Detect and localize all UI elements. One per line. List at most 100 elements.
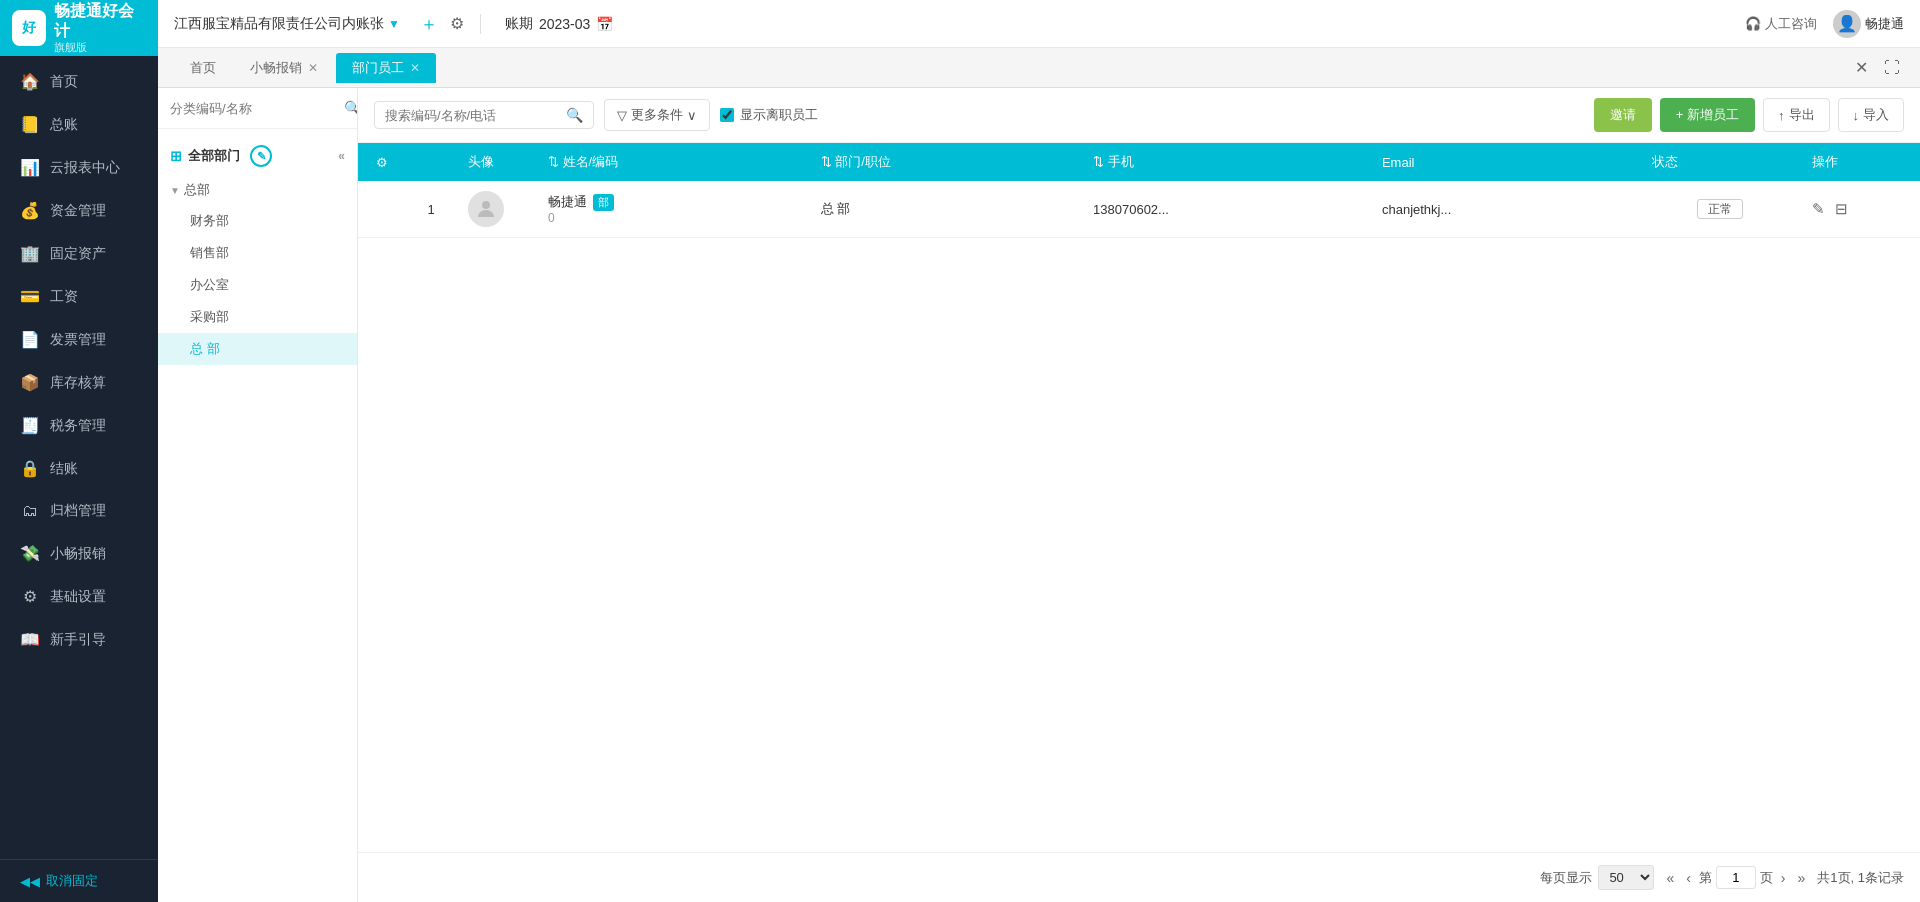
period-label: 账期	[505, 15, 533, 33]
dept-headquarters[interactable]: ▼ 总部	[158, 175, 357, 205]
reports-icon: 📊	[20, 158, 40, 177]
assets-icon: 🏢	[20, 244, 40, 263]
sidebar-item-funds[interactable]: 💰 资金管理	[0, 189, 158, 232]
dept-search-input[interactable]	[170, 101, 338, 116]
dept-search: 🔍	[158, 88, 357, 129]
period-value: 2023-03	[539, 16, 590, 32]
row-status: 正常	[1640, 181, 1800, 238]
row-actions: ✎ ⊟	[1800, 181, 1920, 238]
topbar: 江西服宝精品有限责任公司内账张 ▼ ＋ ⚙ 账期 2023-03 📅 🎧 人工咨…	[158, 0, 1920, 48]
next-page-button[interactable]: ›	[1777, 868, 1790, 888]
tab-expand[interactable]: ⛶	[1880, 54, 1904, 81]
pagination: 每页显示 50 100 « ‹ 第 页 › » 共1页, 1条记录	[358, 852, 1920, 902]
sidebar-item-tax[interactable]: 🧾 税务管理	[0, 404, 158, 447]
tab-expense-label: 小畅报销	[250, 59, 302, 77]
page-number-input[interactable]	[1716, 866, 1756, 889]
import-label: 导入	[1863, 106, 1889, 124]
col-status: 状态	[1640, 143, 1800, 181]
tab-expense[interactable]: 小畅报销 ✕	[234, 53, 334, 83]
dept-tree: ⊞ 全部部门 ✎ « ▼ 总部 财务部 销售部 办公室 采购部 总 部	[158, 129, 357, 902]
sidebar-item-home[interactable]: 🏠 首页	[0, 60, 158, 103]
company-selector[interactable]: 江西服宝精品有限责任公司内账张 ▼	[174, 15, 400, 33]
sidebar-item-label: 固定资产	[50, 245, 106, 263]
search-icon[interactable]: 🔍	[566, 107, 583, 123]
service-label: 人工咨询	[1765, 15, 1817, 33]
col-phone[interactable]: ⇅ 手机	[1081, 143, 1370, 181]
invite-button[interactable]: 邀请	[1594, 98, 1652, 132]
dept-sales[interactable]: 销售部	[158, 237, 357, 269]
unpin-button[interactable]: ◀◀ 取消固定	[0, 859, 158, 902]
sidebar-item-label: 基础设置	[50, 588, 106, 606]
settings-icon: ⚙	[20, 587, 40, 606]
page-indicator: 第	[1699, 869, 1712, 887]
sidebar-item-archive[interactable]: 🗂 归档管理	[0, 490, 158, 532]
sidebar-item-close[interactable]: 🔒 结账	[0, 447, 158, 490]
company-name: 江西服宝精品有限责任公司内账张	[174, 15, 384, 33]
headset-icon: 🎧	[1745, 16, 1761, 31]
tab-employees-close[interactable]: ✕	[410, 61, 420, 75]
sidebar-item-inventory[interactable]: 📦 库存核算	[0, 361, 158, 404]
row-index: 1	[406, 181, 456, 238]
sidebar-item-assets[interactable]: 🏢 固定资产	[0, 232, 158, 275]
show-resigned-checkbox[interactable]: 显示离职员工	[720, 106, 818, 124]
tax-icon: 🧾	[20, 416, 40, 435]
logout-button[interactable]: ⊟	[1835, 200, 1848, 218]
col-email: Email	[1370, 143, 1640, 181]
employee-search-input[interactable]	[385, 108, 560, 123]
sidebar-item-label: 库存核算	[50, 374, 106, 392]
user-menu[interactable]: 👤 畅捷通	[1833, 10, 1904, 38]
period-selector[interactable]: 账期 2023-03 📅	[505, 15, 613, 33]
sidebar-item-label: 总账	[50, 116, 78, 134]
tab-close-all[interactable]: ✕	[1851, 54, 1872, 81]
settings-gear-icon[interactable]: ⚙	[450, 14, 464, 33]
add-account-icon[interactable]: ＋	[420, 12, 438, 36]
import-button[interactable]: ↓ 导入	[1838, 98, 1905, 132]
left-panel: 🔍 ⊞ 全部部门 ✎ « ▼ 总部 财务部 销售部 办公室	[158, 88, 358, 902]
page-unit: 页	[1760, 869, 1773, 887]
dept-search-icon[interactable]: 🔍	[344, 100, 358, 116]
page-nav: « ‹ 第 页 › »	[1662, 866, 1809, 889]
tab-expense-close[interactable]: ✕	[308, 61, 318, 75]
sidebar-item-invoice[interactable]: 📄 发票管理	[0, 318, 158, 361]
invoice-icon: 📄	[20, 330, 40, 349]
sidebar-item-label: 税务管理	[50, 417, 106, 435]
dept-purchase[interactable]: 采购部	[158, 301, 357, 333]
sidebar-item-label: 资金管理	[50, 202, 106, 220]
sidebar-item-reports[interactable]: 📊 云报表中心	[0, 146, 158, 189]
sidebar-item-label: 新手引导	[50, 631, 106, 649]
sidebar-item-expense[interactable]: 💸 小畅报销	[0, 532, 158, 575]
filter-button[interactable]: ▽ 更多条件 ∨	[604, 99, 710, 131]
app-logo: 好 畅捷通好会计 旗舰版	[0, 0, 158, 56]
page-size-select[interactable]: 50 100	[1598, 865, 1654, 890]
prev-page-button[interactable]: ‹	[1682, 868, 1695, 888]
dept-edit-button[interactable]: ✎	[250, 145, 272, 167]
col-dept[interactable]: ⇅ 部门/职位	[809, 143, 1082, 181]
col-actions: 操作	[1800, 143, 1920, 181]
sidebar-item-label: 工资	[50, 288, 78, 306]
col-name[interactable]: ⇅ 姓名/编码	[536, 143, 809, 181]
company-dropdown-icon: ▼	[388, 17, 400, 31]
col-gear[interactable]: ⚙	[358, 143, 406, 181]
sidebar-item-ledger[interactable]: 📒 总账	[0, 103, 158, 146]
sidebar-item-label: 首页	[50, 73, 78, 91]
sidebar-item-guide[interactable]: 📖 新手引导	[0, 618, 158, 661]
sidebar-item-settings[interactable]: ⚙ 基础设置	[0, 575, 158, 618]
last-page-button[interactable]: »	[1794, 868, 1810, 888]
dept-all[interactable]: ⊞ 全部部门 ✎ «	[158, 137, 357, 175]
show-resigned-input[interactable]	[720, 108, 734, 122]
dept-collapse-icon[interactable]: «	[338, 149, 345, 163]
edit-button[interactable]: ✎	[1812, 200, 1825, 218]
service-button[interactable]: 🎧 人工咨询	[1745, 15, 1817, 33]
first-page-button[interactable]: «	[1662, 868, 1678, 888]
tab-home[interactable]: 首页	[174, 53, 232, 83]
export-icon: ↑	[1778, 108, 1785, 123]
add-employee-button[interactable]: + 新增员工	[1660, 98, 1755, 132]
export-button[interactable]: ↑ 导出	[1763, 98, 1830, 132]
dept-finance[interactable]: 财务部	[158, 205, 357, 237]
sidebar-item-label: 小畅报销	[50, 545, 106, 563]
sidebar-item-payroll[interactable]: 💳 工资	[0, 275, 158, 318]
tab-employees[interactable]: 部门员工 ✕	[336, 53, 436, 83]
dept-office[interactable]: 办公室	[158, 269, 357, 301]
payroll-icon: 💳	[20, 287, 40, 306]
dept-general[interactable]: 总 部	[158, 333, 357, 365]
